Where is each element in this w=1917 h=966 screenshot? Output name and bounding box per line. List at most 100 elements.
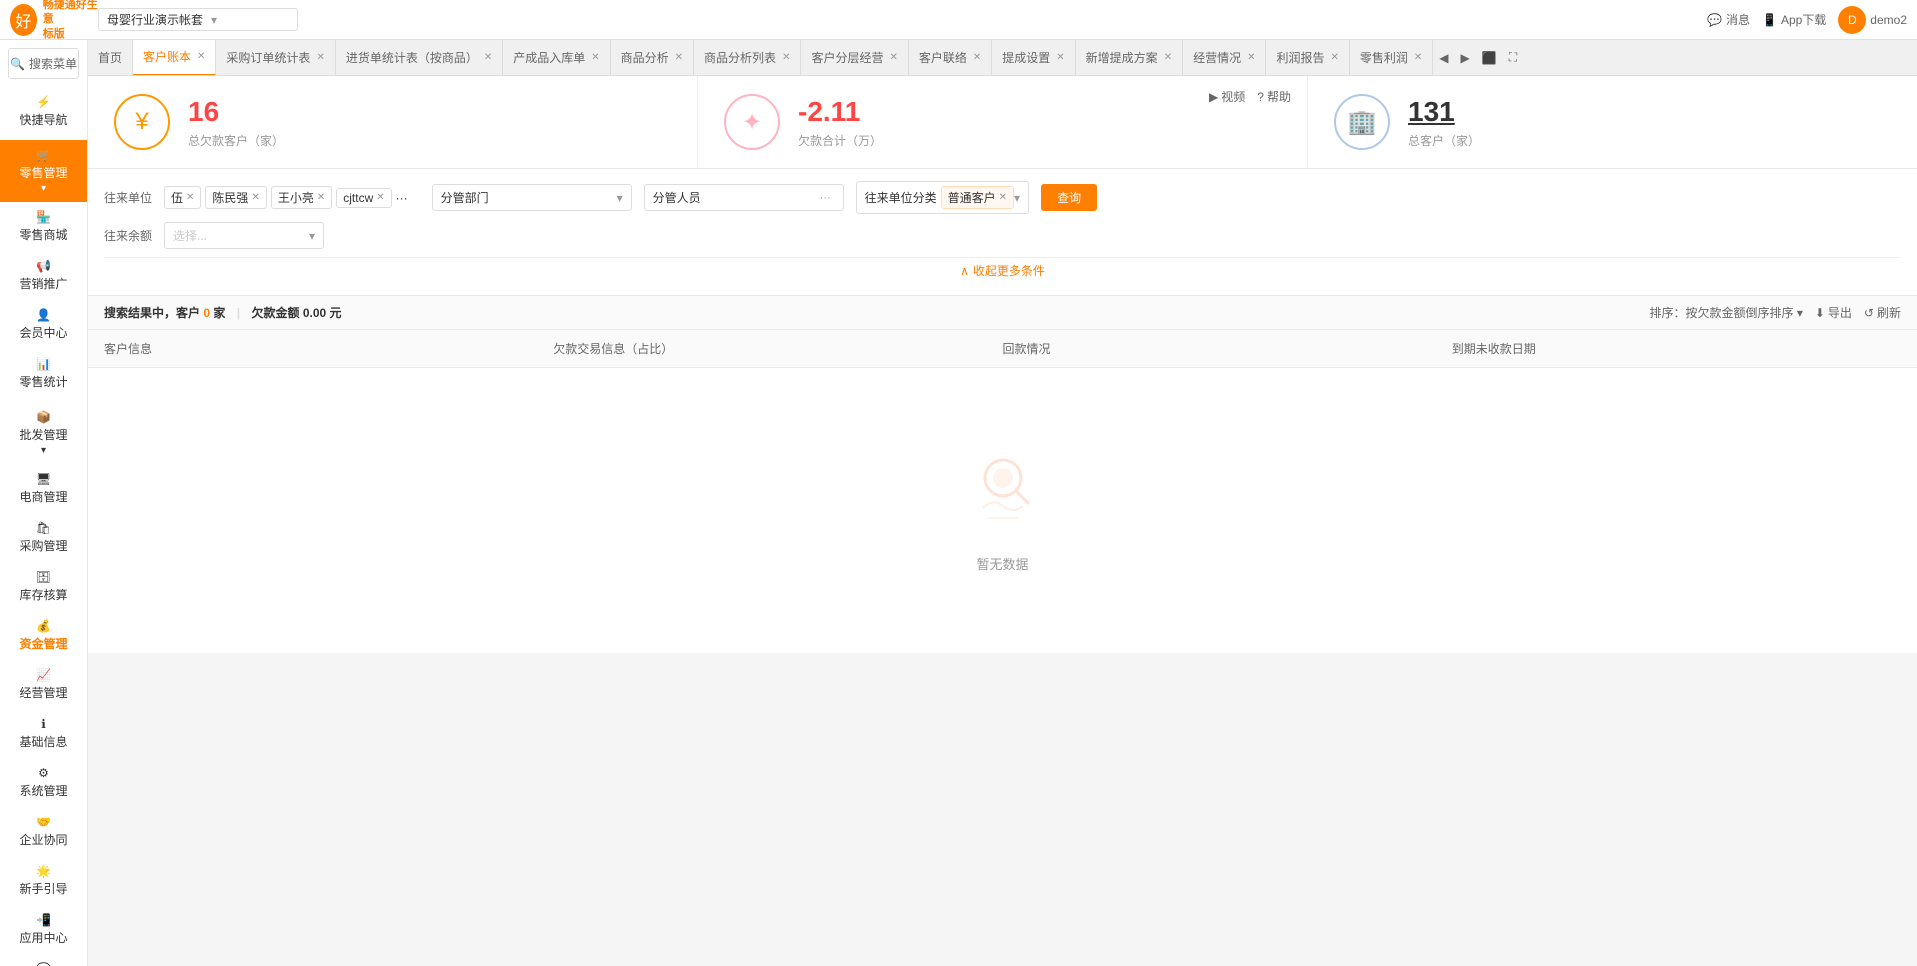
help-link[interactable]: ? 帮助 — [1257, 88, 1291, 105]
export-btn[interactable]: ⬇ 导出 — [1815, 304, 1852, 321]
avatar: D — [1838, 6, 1866, 34]
chevron-up-icon: ∧ — [960, 264, 969, 278]
sidebar-item-system[interactable]: ⚙ 系统管理 — [0, 758, 87, 807]
tab-home-label: 首页 — [98, 49, 122, 66]
unit-class-filter[interactable]: 往来单位分类 普通客户 ✕ ▾ — [856, 181, 1029, 214]
user-area[interactable]: D demo2 — [1838, 6, 1907, 34]
sidebar-item-enterprise-coop[interactable]: 🤝 企业协同 — [0, 807, 87, 856]
operations-icon: 📈 — [36, 668, 51, 682]
tag-cjttcw-remove[interactable]: ✕ — [376, 192, 384, 203]
tab-menu-btn[interactable]: ⬛ — [1476, 40, 1503, 76]
retail-stats-label: 零售统计 — [19, 373, 67, 390]
tab-promotion-settings-close[interactable]: ✕ — [1056, 52, 1064, 63]
tab-retail-profit-close[interactable]: ✕ — [1414, 52, 1422, 63]
sidebar-item-inventory[interactable]: 🗄 库存核算 — [0, 562, 87, 611]
tab-product-analysis[interactable]: 商品分析 ✕ — [611, 40, 694, 76]
top-right-area: 💬 消息 📱 App下载 D demo2 — [1707, 6, 1907, 34]
export-icon: ⬇ — [1815, 306, 1825, 320]
tab-new-promotion[interactable]: 新增提成方案 ✕ — [1076, 40, 1183, 76]
retail-mgmt-icon: 🛒 — [36, 148, 51, 162]
filter-tags-more[interactable]: ··· — [396, 191, 408, 205]
person-filter-select[interactable]: 分管人员 ··· — [644, 184, 844, 211]
refresh-btn[interactable]: ↺ 刷新 — [1864, 304, 1901, 321]
sidebar-item-member-center[interactable]: 👤 会员中心 — [0, 300, 87, 349]
message-btn[interactable]: 💬 消息 — [1707, 11, 1750, 28]
app-download-btn[interactable]: 📱 App下载 — [1762, 11, 1826, 28]
tab-customer-contact-close[interactable]: ✕ — [973, 52, 981, 63]
tag-wang-remove[interactable]: ✕ — [317, 192, 325, 203]
ecommerce-label: 电商管理 — [19, 488, 67, 505]
tab-promotion-settings[interactable]: 提成设置 ✕ — [992, 40, 1075, 76]
sidebar-item-enterprise-wechat[interactable]: 💬 企业微信 — [0, 954, 87, 966]
tab-purchase-order-stats-close[interactable]: ✕ — [316, 52, 324, 63]
tab-customer-account-label: 客户账本 — [143, 48, 191, 65]
dept-filter-label: 分管部门 — [441, 189, 489, 206]
video-link[interactable]: ▶ 视频 — [1209, 88, 1245, 105]
tab-customer-account-close[interactable]: ✕ — [197, 51, 205, 62]
sidebar-item-operations[interactable]: 📈 经营管理 — [0, 660, 87, 709]
tab-incoming-stats[interactable]: 进货单统计表（按商品） ✕ — [336, 40, 503, 76]
tab-product-analysis-close[interactable]: ✕ — [675, 52, 683, 63]
company-select[interactable]: 母婴行业演示帐套 ▾ — [98, 8, 298, 31]
tag-wu-remove[interactable]: ✕ — [186, 192, 194, 203]
tab-customer-segment-close[interactable]: ✕ — [889, 52, 897, 63]
tab-next-btn[interactable]: ▶ — [1455, 40, 1476, 76]
tab-product-incoming[interactable]: 产成品入库单 ✕ — [503, 40, 610, 76]
col-arrears-info: 欠款交易信息（占比） — [553, 340, 1002, 357]
enterprise-wechat-icon: 💬 — [36, 962, 51, 966]
query-btn[interactable]: 查询 — [1041, 184, 1097, 211]
stat-top-links: ▶ 视频 ? 帮助 — [1209, 88, 1291, 105]
search-menu-btn[interactable]: 🔍 搜索菜单 — [8, 48, 79, 79]
sidebar-item-basic-info[interactable]: ℹ 基础信息 — [0, 709, 87, 758]
tab-retail-profit[interactable]: 零售利润 ✕ — [1350, 40, 1433, 76]
sidebar-item-retail-mgmt[interactable]: 🛒 零售管理 ▾ — [0, 140, 87, 202]
tab-purchase-order-stats[interactable]: 采购订单统计表 ✕ — [216, 40, 335, 76]
sidebar-item-retail-mall[interactable]: 🏪 零售商城 — [0, 202, 87, 251]
sidebar-item-new-guide[interactable]: 🌟 新手引导 — [0, 856, 87, 905]
tab-product-incoming-label: 产成品入库单 — [513, 49, 585, 66]
retail-mall-label: 零售商城 — [19, 226, 67, 243]
stat-total-value: 131 — [1408, 96, 1480, 128]
help-icon: ? — [1257, 90, 1264, 104]
unit-class-label: 往来单位分类 — [865, 189, 937, 206]
chevron-down-icon: ▾ — [211, 13, 217, 27]
tab-customer-segment[interactable]: 客户分层经营 ✕ — [801, 40, 908, 76]
balance-filter-select[interactable]: 选择... ▾ — [164, 222, 324, 249]
tab-home[interactable]: 首页 — [88, 40, 133, 76]
tab-customer-account[interactable]: 客户账本 ✕ — [133, 40, 216, 76]
tab-new-promotion-close[interactable]: ✕ — [1164, 52, 1172, 63]
filter-tag-chen: 陈民强 ✕ — [205, 186, 266, 209]
stat-customers-icon: ¥ — [112, 92, 172, 152]
sidebar-item-purchase[interactable]: 🛍 采购管理 — [0, 513, 87, 562]
filter-collapse-btn[interactable]: ∧ 收起更多条件 — [104, 257, 1901, 283]
tab-prev-btn[interactable]: ◀ — [1433, 40, 1454, 76]
balance-filter-label: 往来余额 — [104, 227, 152, 244]
filter-tag-normal-customer: 普通客户 ✕ — [941, 186, 1014, 209]
tag-chen-remove[interactable]: ✕ — [251, 192, 259, 203]
sidebar-item-ecommerce[interactable]: 🖥 电商管理 — [0, 464, 87, 513]
tab-customer-contact[interactable]: 客户联络 ✕ — [909, 40, 992, 76]
sidebar-item-app-center[interactable]: 📲 应用中心 — [0, 905, 87, 954]
tab-product-analysis-list-close[interactable]: ✕ — [782, 52, 790, 63]
sidebar-item-finance[interactable]: 💰 资金管理 — [0, 611, 87, 660]
sidebar-item-retail-stats[interactable]: 📊 零售统计 — [0, 349, 87, 398]
help-label: 帮助 — [1267, 88, 1291, 105]
tab-operations-status[interactable]: 经营情况 ✕ — [1183, 40, 1266, 76]
tab-fullscreen-btn[interactable]: ⛶ — [1503, 40, 1523, 76]
dept-filter-select[interactable]: 分管部门 ▾ — [432, 184, 632, 211]
sidebar-item-batch-mgmt[interactable]: 📦 批发管理 ▾ — [0, 402, 87, 464]
tab-operations-status-label: 经营情况 — [1193, 49, 1241, 66]
tab-profit-report[interactable]: 利润报告 ✕ — [1266, 40, 1349, 76]
video-label: 视频 — [1221, 88, 1245, 105]
tab-product-incoming-close[interactable]: ✕ — [591, 52, 599, 63]
tab-profit-report-close[interactable]: ✕ — [1331, 52, 1339, 63]
tab-incoming-stats-close[interactable]: ✕ — [484, 52, 492, 63]
tab-operations-status-close[interactable]: ✕ — [1247, 52, 1255, 63]
sidebar-item-quick-nav[interactable]: ⚡ 快捷导航 — [0, 87, 87, 136]
main-layout: 🔍 搜索菜单 ⚡ 快捷导航 🛒 零售管理 ▾ 🏪 零售商城 📢 营销推广 👤 会… — [0, 40, 1917, 966]
tab-product-analysis-list[interactable]: 商品分析列表 ✕ — [694, 40, 801, 76]
sidebar-item-marketing[interactable]: 📢 营销推广 — [0, 251, 87, 300]
results-actions: 排序：按欠款金额倒序排序 ▾ ⬇ 导出 ↺ 刷新 — [1649, 304, 1901, 321]
results-separator: | — [237, 306, 240, 320]
tag-normal-customer-remove[interactable]: ✕ — [999, 192, 1007, 203]
